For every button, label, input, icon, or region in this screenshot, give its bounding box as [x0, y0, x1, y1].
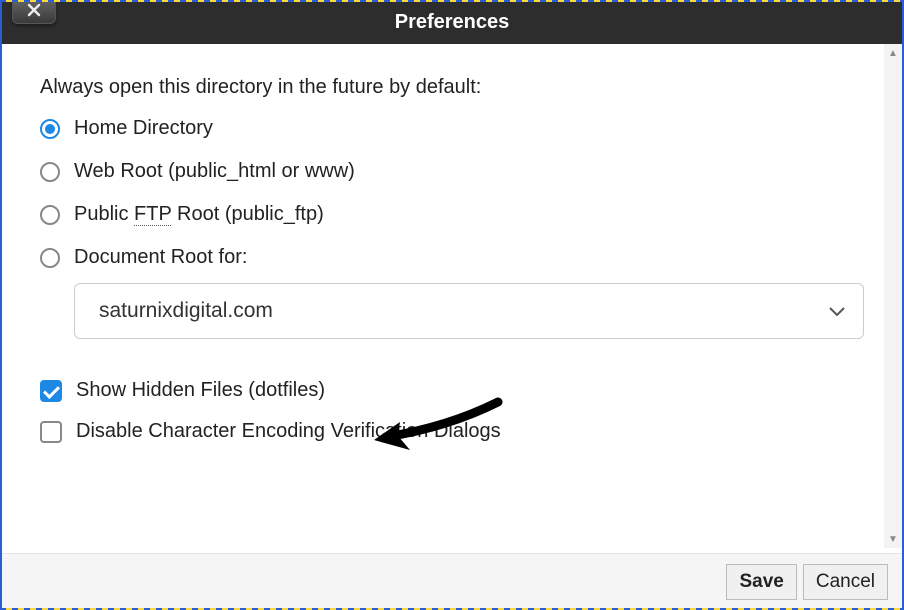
radio-web-root[interactable] [40, 162, 60, 182]
radio-label-docroot: Document Root for: [74, 246, 247, 269]
checkbox-disable-encoding-dialogs[interactable] [40, 421, 62, 443]
scroll-up-icon[interactable]: ▲ [884, 44, 902, 62]
radio-home-directory[interactable] [40, 119, 60, 139]
annotation-arrow-icon [368, 392, 508, 452]
radio-row-publicftp: Public FTP Root (public_ftp) [40, 203, 864, 226]
scrollbar[interactable]: ▲ ▼ [884, 44, 902, 548]
radio-row-webroot: Web Root (public_html or www) [40, 160, 864, 183]
preferences-dialog: Preferences Always open this directory i… [0, 0, 904, 610]
radio-label-webroot: Web Root (public_html or www) [74, 160, 355, 183]
close-icon [27, 3, 41, 17]
chevron-down-icon [829, 299, 845, 323]
dialog-content: Always open this directory in the future… [0, 44, 904, 553]
radio-row-home: Home Directory [40, 117, 864, 140]
scroll-down-icon[interactable]: ▼ [884, 530, 902, 548]
checkbox-show-hidden-files[interactable] [40, 380, 62, 402]
save-button[interactable]: Save [726, 564, 796, 600]
document-root-select-value: saturnixdigital.com [99, 299, 273, 323]
radio-label-publicftp-post: Root (public_ftp) [171, 203, 323, 225]
check-label-hidden-files: Show Hidden Files (dotfiles) [76, 379, 325, 402]
radio-label-publicftp: Public FTP Root (public_ftp) [74, 203, 324, 226]
radio-label-home: Home Directory [74, 117, 213, 140]
radio-document-root[interactable] [40, 248, 60, 268]
document-root-select[interactable]: saturnixdigital.com [74, 283, 864, 339]
radio-row-docroot: Document Root for: [40, 246, 864, 269]
close-button[interactable] [12, 0, 56, 24]
default-directory-prompt: Always open this directory in the future… [40, 76, 864, 99]
dialog-footer: Save Cancel [0, 553, 904, 610]
radio-label-publicftp-ftp: FTP [134, 203, 171, 226]
cancel-button[interactable]: Cancel [803, 564, 888, 600]
dialog-title: Preferences [395, 11, 510, 34]
document-root-select-wrap: saturnixdigital.com [74, 283, 864, 339]
radio-public-ftp[interactable] [40, 205, 60, 225]
radio-label-publicftp-pre: Public [74, 203, 134, 225]
dialog-titlebar: Preferences [0, 0, 904, 44]
